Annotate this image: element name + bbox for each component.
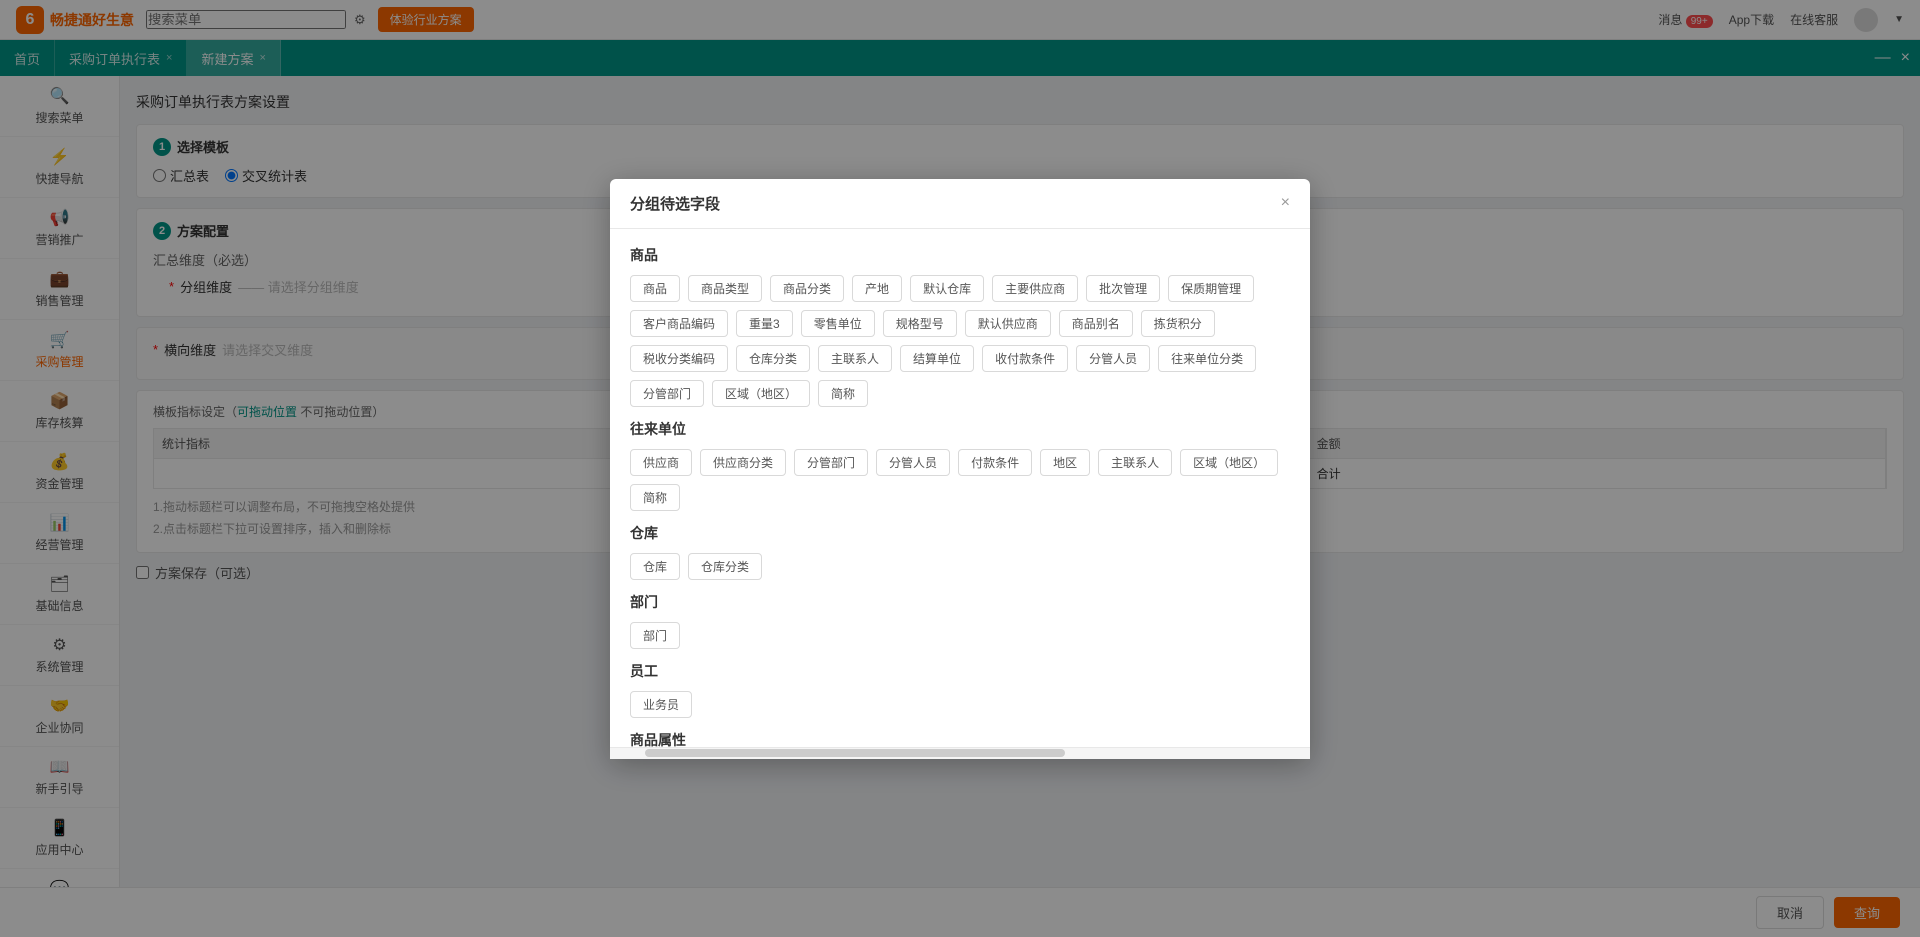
warehouse-fields: 仓库 仓库分类 [630,553,1290,580]
field-tag[interactable]: 主联系人 [818,345,892,372]
field-tag[interactable]: 仓库分类 [736,345,810,372]
field-tag[interactable]: 商品分类 [770,275,844,302]
section-title-staff: 员工 [630,661,1290,681]
field-tag[interactable]: 默认供应商 [965,310,1051,337]
field-tag[interactable]: 商品类型 [688,275,762,302]
staff-fields: 业务员 [630,691,1290,718]
section-title-warehouse: 仓库 [630,523,1290,543]
modal-title: 分组待选字段 [630,193,720,214]
field-tag[interactable]: 分管部门 [630,380,704,407]
section-title-partner: 往来单位 [630,419,1290,439]
field-tag[interactable]: 保质期管理 [1168,275,1254,302]
field-tag[interactable]: 重量3 [736,310,793,337]
field-tag[interactable]: 区域（地区） [712,380,810,407]
field-tag[interactable]: 默认仓库 [910,275,984,302]
section-title-product: 商品 [630,245,1290,265]
field-tag[interactable]: 部门 [630,622,680,649]
field-tag[interactable]: 付款条件 [958,449,1032,476]
field-tag[interactable]: 主联系人 [1098,449,1172,476]
product-fields: 商品 商品类型 商品分类 产地 默认仓库 主要供应商 批次管理 保质期管理 客户… [630,275,1290,407]
field-tag[interactable]: 仓库 [630,553,680,580]
field-tag[interactable]: 简称 [630,484,680,511]
modal-header: 分组待选字段 × [610,179,1310,229]
field-tag[interactable]: 地区 [1040,449,1090,476]
modal-body: 商品 商品 商品类型 商品分类 产地 默认仓库 主要供应商 批次管理 保质期管理… [610,229,1310,747]
field-tag[interactable]: 客户商品编码 [630,310,728,337]
field-tag[interactable]: 往来单位分类 [1158,345,1256,372]
field-tag[interactable]: 业务员 [630,691,692,718]
field-tag[interactable]: 简称 [818,380,868,407]
modal-close-button[interactable]: × [1281,194,1290,212]
modal-hscrollbar[interactable] [610,747,1310,759]
modal-overlay: 分组待选字段 × 商品 商品 商品类型 商品分类 产地 默认仓库 主要供应商 批… [0,0,1920,937]
hscroll-thumb[interactable] [645,749,1065,757]
field-tag[interactable]: 分管部门 [794,449,868,476]
dept-fields: 部门 [630,622,1290,649]
field-tag[interactable]: 拣货积分 [1141,310,1215,337]
field-tag[interactable]: 商品 [630,275,680,302]
field-tag[interactable]: 税收分类编码 [630,345,728,372]
field-tag[interactable]: 分管人员 [1076,345,1150,372]
field-tag[interactable]: 分管人员 [876,449,950,476]
field-tag[interactable]: 结算单位 [900,345,974,372]
field-tag[interactable]: 区域（地区） [1180,449,1278,476]
section-title-dept: 部门 [630,592,1290,612]
field-tag[interactable]: 批次管理 [1086,275,1160,302]
field-tag[interactable]: 供应商 [630,449,692,476]
partner-fields: 供应商 供应商分类 分管部门 分管人员 付款条件 地区 主联系人 区域（地区） … [630,449,1290,511]
field-tag[interactable]: 产地 [852,275,902,302]
field-tag[interactable]: 供应商分类 [700,449,786,476]
field-tag[interactable]: 零售单位 [801,310,875,337]
field-tag[interactable]: 主要供应商 [992,275,1078,302]
field-tag[interactable]: 仓库分类 [688,553,762,580]
modal-field-select: 分组待选字段 × 商品 商品 商品类型 商品分类 产地 默认仓库 主要供应商 批… [610,179,1310,759]
field-tag[interactable]: 商品别名 [1059,310,1133,337]
field-tag[interactable]: 收付款条件 [982,345,1068,372]
field-tag[interactable]: 规格型号 [883,310,957,337]
section-title-product-attr: 商品属性 [630,730,1290,747]
